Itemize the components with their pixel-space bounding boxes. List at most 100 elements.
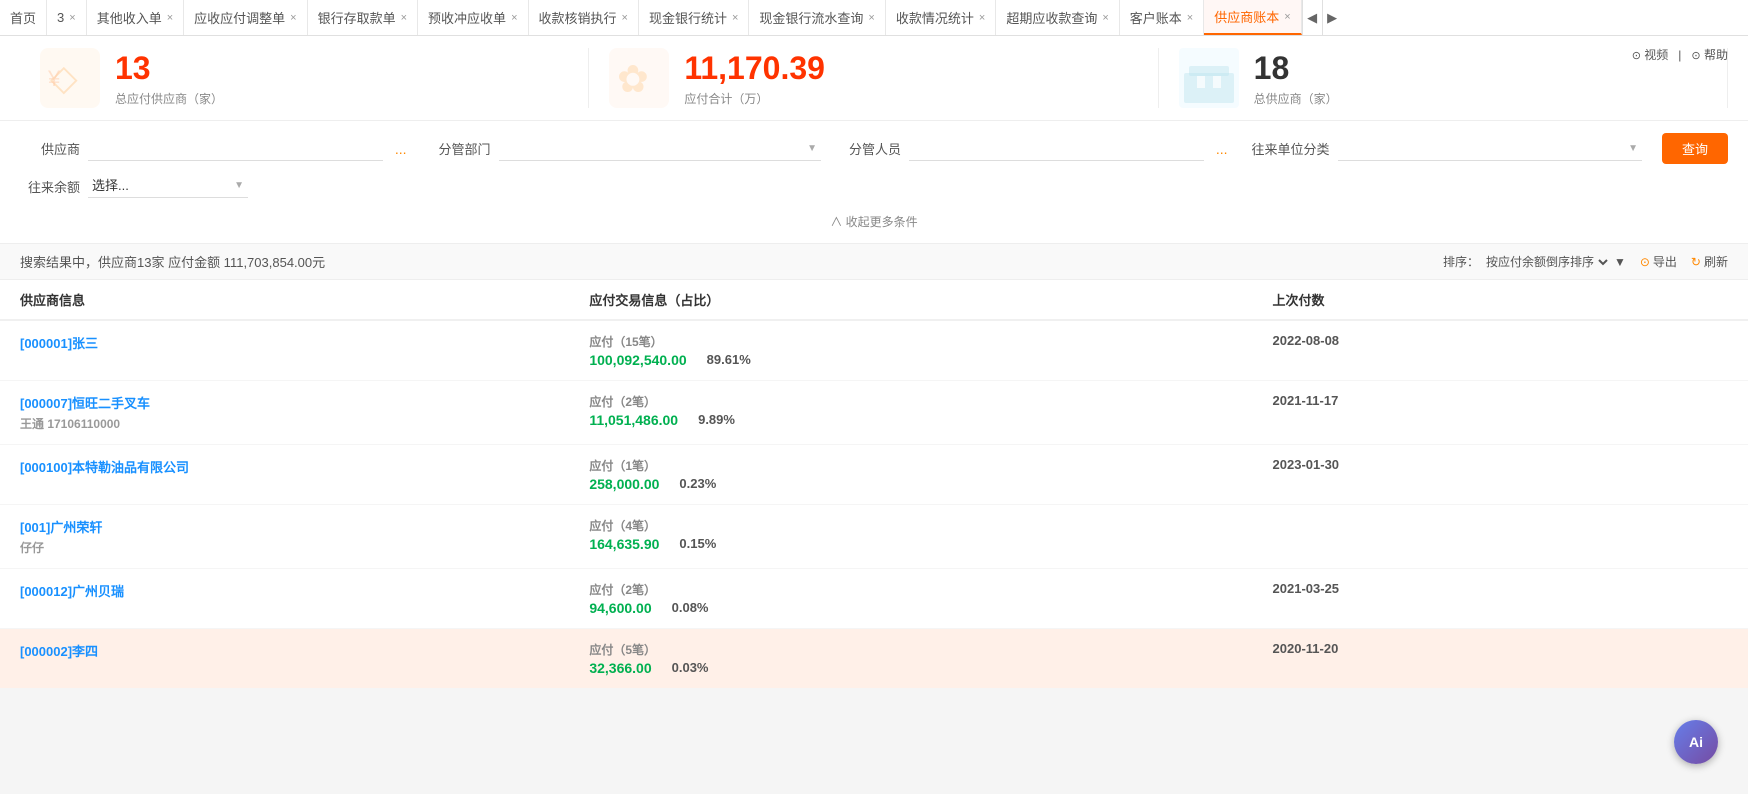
result-bar: 搜索结果中，供应商13家 应付金额 111,703,854.00元 排序： 按应… <box>0 244 1748 280</box>
supplier-ellipsis-btn[interactable]: ... <box>391 141 411 157</box>
nav-tab-3[interactable]: 3 × <box>47 0 87 35</box>
close-icon[interactable]: × <box>622 12 628 24</box>
payable-amount-row: 258,000.00 0.23% <box>589 474 1272 492</box>
payable-info-cell: 应付（2笔） 11,051,486.00 9.89% <box>589 393 1272 428</box>
nav-next-arrow[interactable]: ▶ <box>1322 0 1342 35</box>
query-button[interactable]: 查询 <box>1662 133 1728 164</box>
supplier-input[interactable] <box>88 137 383 161</box>
table-row[interactable]: [001]广州荣轩 仔仔 应付（4笔） 164,635.90 0.15% <box>0 505 1748 569</box>
person-ellipsis-btn[interactable]: ... <box>1212 141 1232 157</box>
data-table: 供应商信息 应付交易信息（占比） 上次付数 [000001]张三 应付（15笔）… <box>0 280 1748 689</box>
supplier-name-link[interactable]: [000100]本特勒油品有限公司 <box>20 460 189 475</box>
export-button[interactable]: ⊙ 导出 <box>1640 253 1677 270</box>
close-icon[interactable]: × <box>868 12 874 24</box>
last-pay-date: 2023-01-30 <box>1273 457 1340 472</box>
top-navigation: 首页 3 × 其他收入单 × 应收应付调整单 × 银行存取款单 × 预收冲应收单… <box>0 0 1748 36</box>
result-info: 搜索结果中，供应商13家 应付金额 111,703,854.00元 <box>20 252 325 271</box>
close-icon[interactable]: × <box>1102 12 1108 24</box>
card-data-payable-suppliers: 13 总应付供应商（家） <box>115 49 568 106</box>
supplier-name-link[interactable]: [000012]广州贝瑞 <box>20 584 124 599</box>
payable-percent: 9.89% <box>698 412 735 427</box>
nav-tab-cash-bank-stat[interactable]: 现金银行统计 × <box>639 0 749 35</box>
category-field: 往来单位分类 ▼ <box>1252 137 1643 161</box>
payable-amount: 11,051,486.00 <box>589 412 678 428</box>
nav-tab-cash-flow[interactable]: 现金银行流水查询 × <box>749 0 885 35</box>
payable-amount: 32,366.00 <box>589 660 651 676</box>
help-link[interactable]: ⊙ 帮助 <box>1691 46 1728 63</box>
payable-percent: 0.08% <box>672 600 709 615</box>
supplier-name-link[interactable]: [000007]恒旺二手叉车 <box>20 396 150 411</box>
refresh-button[interactable]: ↻ 刷新 <box>1691 253 1728 270</box>
col-header-supplier-info: 供应商信息 <box>20 290 589 309</box>
close-icon[interactable]: × <box>732 12 738 24</box>
table-row[interactable]: [000100]本特勒油品有限公司 应付（1笔） 258,000.00 0.23… <box>0 445 1748 505</box>
close-icon[interactable]: × <box>511 12 517 24</box>
close-icon[interactable]: × <box>401 12 407 24</box>
close-icon[interactable]: × <box>69 12 75 24</box>
supplier-name-link[interactable]: [000002]李四 <box>20 644 98 659</box>
collapse-bar[interactable]: ∧ 收起更多条件 <box>20 208 1728 235</box>
supplier-info-cell: [000012]广州贝瑞 <box>20 581 589 600</box>
payable-percent: 0.03% <box>672 660 709 675</box>
dept-select[interactable] <box>499 137 822 160</box>
close-icon[interactable]: × <box>1187 12 1193 24</box>
supplier-name-link[interactable]: [001]广州荣轩 <box>20 520 102 535</box>
close-icon[interactable]: × <box>167 12 173 24</box>
ai-button[interactable]: Ai <box>1674 720 1718 764</box>
category-select[interactable] <box>1338 137 1642 160</box>
nav-tab-customer-ledger[interactable]: 客户账本 × <box>1120 0 1204 35</box>
sort-select[interactable]: 按应付余额倒序排序 按应付余额正序排序 <box>1482 254 1611 270</box>
payable-supplier-label: 总应付供应商（家） <box>115 90 568 107</box>
last-pay-date: 2021-11-17 <box>1273 393 1339 408</box>
table-row[interactable]: [000012]广州贝瑞 应付（2笔） 94,600.00 0.08% 2021… <box>0 569 1748 629</box>
nav-tab-adjustment[interactable]: 应收应付调整单 × <box>184 0 307 35</box>
nav-tab-bank[interactable]: 银行存取款单 × <box>308 0 418 35</box>
payable-amount: 258,000.00 <box>589 476 659 492</box>
nav-tab-collection[interactable]: 收款核销执行 × <box>529 0 639 35</box>
nav-tab-advance[interactable]: 预收冲应收单 × <box>418 0 528 35</box>
nav-tab-collection-stat[interactable]: 收款情况统计 × <box>886 0 996 35</box>
last-pay-cell: 2021-03-25 <box>1273 581 1728 596</box>
last-pay-date: 2020-11-20 <box>1273 641 1339 656</box>
table-row[interactable]: [000002]李四 应付（5笔） 32,366.00 0.03% 2020-1… <box>0 629 1748 689</box>
nav-tab-home[interactable]: 首页 <box>0 0 47 35</box>
video-link[interactable]: ⊙ 视频 <box>1632 46 1669 63</box>
sort-arrow-icon: ▼ <box>1614 255 1626 269</box>
close-icon[interactable]: × <box>979 12 985 24</box>
payable-amount: 164,635.90 <box>589 536 659 552</box>
search-row-2: 往来余额 选择... ▼ <box>20 174 1728 198</box>
table-row[interactable]: [000001]张三 应付（15笔） 100,092,540.00 89.61%… <box>0 321 1748 381</box>
supplier-info-cell: [001]广州荣轩 仔仔 <box>20 517 589 556</box>
total-supplier-label: 总供应商（家） <box>1254 90 1707 107</box>
supplier-contact: 王通 17106110000 <box>20 415 589 432</box>
supplier-info-cell: [000001]张三 <box>20 333 589 352</box>
search-area: 供应商 ... 分管部门 ▼ 分管人员 ... 往来单位分类 <box>0 121 1748 244</box>
table-body: [000001]张三 应付（15笔） 100,092,540.00 89.61%… <box>0 321 1748 689</box>
last-pay-cell: 2022-08-08 <box>1273 333 1728 348</box>
person-label: 分管人员 <box>841 139 901 158</box>
supplier-info-cell: [000100]本特勒油品有限公司 <box>20 457 589 476</box>
nav-tab-overdue[interactable]: 超期应收款查询 × <box>996 0 1119 35</box>
last-pay-cell: 2020-11-20 <box>1273 641 1728 656</box>
nav-prev-arrow[interactable]: ◀ <box>1302 0 1322 35</box>
supplier-name-link[interactable]: [000001]张三 <box>20 336 98 351</box>
svg-text:¥: ¥ <box>47 66 61 91</box>
payable-info-cell: 应付（2笔） 94,600.00 0.08% <box>589 581 1272 616</box>
supplier-info-cell: [000002]李四 <box>20 641 589 660</box>
payable-supplier-count: 13 <box>115 49 568 87</box>
nav-tab-supplier-ledger[interactable]: 供应商账本 × <box>1204 0 1301 35</box>
payable-amount-row: 32,366.00 0.03% <box>589 658 1272 676</box>
close-icon[interactable]: × <box>1284 11 1290 23</box>
nav-tab-other-income[interactable]: 其他收入单 × <box>87 0 184 35</box>
close-icon[interactable]: × <box>290 12 296 24</box>
sort-control[interactable]: 排序： 按应付余额倒序排序 按应付余额正序排序 ▼ <box>1443 253 1626 270</box>
payable-info-cell: 应付（1笔） 258,000.00 0.23% <box>589 457 1272 492</box>
payable-amount-row: 164,635.90 0.15% <box>589 534 1272 552</box>
summary-card-total-payable: ✿ 11,170.39 应付合计（万） <box>589 48 1158 108</box>
last-pay-date: 2021-03-25 <box>1273 581 1340 596</box>
total-payable-label: 应付合计（万） <box>684 90 1137 107</box>
last-pay-date: 2022-08-08 <box>1273 333 1340 348</box>
table-row[interactable]: [000007]恒旺二手叉车 王通 17106110000 应付（2笔） 11,… <box>0 381 1748 445</box>
person-input[interactable] <box>909 137 1204 161</box>
balance-select[interactable]: 选择... <box>88 174 248 197</box>
